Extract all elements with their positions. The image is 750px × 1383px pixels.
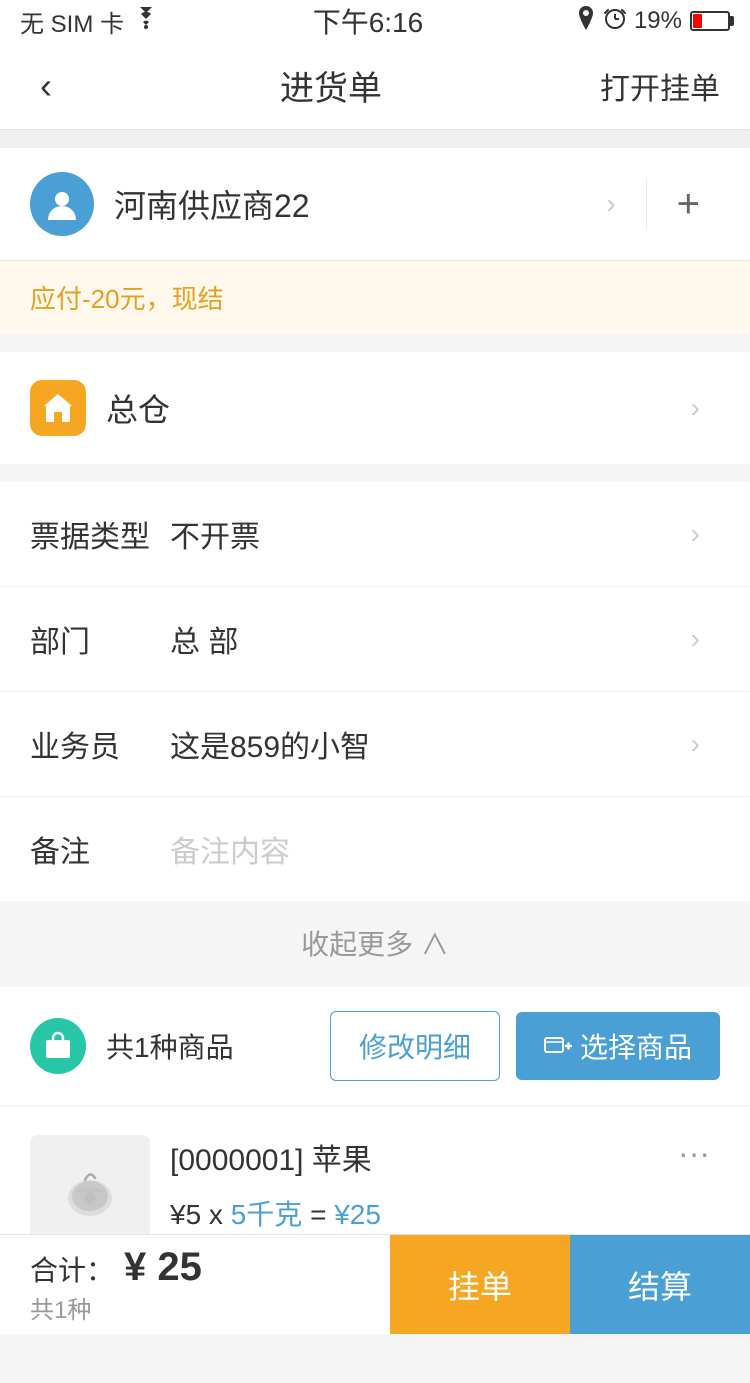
collapse-section[interactable]: 收起更多 ∧ <box>0 901 750 985</box>
invoice-type-row[interactable]: 票据类型 不开票 › <box>0 482 750 587</box>
products-icon <box>30 1018 86 1074</box>
warehouse-icon <box>30 380 86 436</box>
total-count: 共1种 <box>30 1290 360 1325</box>
remark-label: 备注 <box>30 827 170 871</box>
remark-row[interactable]: 备注 备注内容 <box>0 797 750 901</box>
invoice-type-chevron-icon: › <box>691 518 700 550</box>
product-title: 苹果 <box>312 1144 372 1177</box>
select-product-button[interactable]: 选择商品 <box>516 1012 720 1080</box>
remark-input[interactable]: 备注内容 <box>170 827 720 871</box>
location-icon <box>576 6 596 37</box>
supplier-info-banner: 应付-20元，现结 <box>0 260 750 334</box>
total-label: 合计： <box>30 1249 114 1289</box>
product-total: ¥25 <box>334 1199 381 1230</box>
back-button[interactable]: ‹ <box>30 55 62 117</box>
salesperson-chevron-icon: › <box>691 728 700 760</box>
product-id: [0000001] <box>170 1144 312 1177</box>
invoice-type-label: 票据类型 <box>30 512 170 556</box>
warehouse-row[interactable]: 总仓 › <box>0 352 750 464</box>
bottom-total-section: 合计： ¥ 25 共1种 <box>0 1235 390 1334</box>
bottom-bar: 合计： ¥ 25 共1种 挂单 结算 <box>0 1234 750 1334</box>
product-more-button[interactable]: ··· <box>668 1135 720 1172</box>
department-value: 总 部 <box>170 617 691 661</box>
product-info: [0000001] 苹果 ¥5 x 5千克 = ¥25 <box>170 1135 668 1233</box>
status-left: 无 SIM 卡 <box>20 4 160 39</box>
department-chevron-icon: › <box>691 623 700 655</box>
collapse-label: 收起更多 ∧ <box>301 923 449 963</box>
warehouse-name: 总仓 <box>106 385 691 431</box>
supplier-section: 河南供应商22 › + 应付-20元，现结 <box>0 148 750 334</box>
product-price: ¥5 x 5千克 = ¥25 <box>170 1193 668 1233</box>
checkout-button[interactable]: 结算 <box>570 1235 750 1334</box>
department-row[interactable]: 部门 总 部 › <box>0 587 750 692</box>
warehouse-chevron-icon: › <box>691 392 700 424</box>
select-product-label: 选择商品 <box>580 1026 692 1066</box>
department-label: 部门 <box>30 617 170 661</box>
products-count: 共1种商品 <box>106 1026 330 1066</box>
salesperson-value: 这是859的小智 <box>170 722 691 766</box>
product-unit-price: ¥5 x <box>170 1199 231 1230</box>
product-equals: = <box>310 1199 334 1230</box>
warehouse-section: 总仓 › <box>0 352 750 464</box>
status-time: 下午6:16 <box>313 1 424 41</box>
page-title: 进货单 <box>280 61 382 110</box>
add-supplier-button[interactable]: + <box>657 182 720 227</box>
hold-button[interactable]: 挂单 <box>390 1235 570 1334</box>
form-section: 票据类型 不开票 › 部门 总 部 › 业务员 这是859的小智 › 备注 备注… <box>0 482 750 901</box>
product-quantity: 5千克 <box>231 1199 303 1230</box>
battery-percent: 19% <box>634 7 682 35</box>
total-row: 合计： ¥ 25 <box>30 1245 360 1290</box>
salesperson-row[interactable]: 业务员 这是859的小智 › <box>0 692 750 797</box>
carrier-text: 无 SIM 卡 <box>20 4 124 39</box>
nav-bar: ‹ 进货单 打开挂单 <box>0 42 750 130</box>
open-hold-button[interactable]: 打开挂单 <box>600 64 720 108</box>
total-amount: ¥ 25 <box>124 1245 202 1290</box>
supplier-divider <box>646 179 647 229</box>
alarm-icon <box>604 7 626 36</box>
battery-icon <box>690 11 730 31</box>
supplier-chevron-icon: › <box>606 188 615 220</box>
section-divider-1 <box>0 130 750 148</box>
status-right: 19% <box>576 6 730 37</box>
invoice-type-value: 不开票 <box>170 512 691 556</box>
status-bar: 无 SIM 卡 下午6:16 19% <box>0 0 750 42</box>
products-header: 共1种商品 修改明细 选择商品 <box>0 987 750 1105</box>
modify-detail-button[interactable]: 修改明细 <box>330 1011 500 1081</box>
supplier-row[interactable]: 河南供应商22 › + <box>0 148 750 260</box>
wifi-icon <box>132 7 160 36</box>
supplier-avatar <box>30 172 94 236</box>
product-name: [0000001] 苹果 <box>170 1135 668 1179</box>
salesperson-label: 业务员 <box>30 722 170 766</box>
supplier-name: 河南供应商22 <box>114 181 606 227</box>
